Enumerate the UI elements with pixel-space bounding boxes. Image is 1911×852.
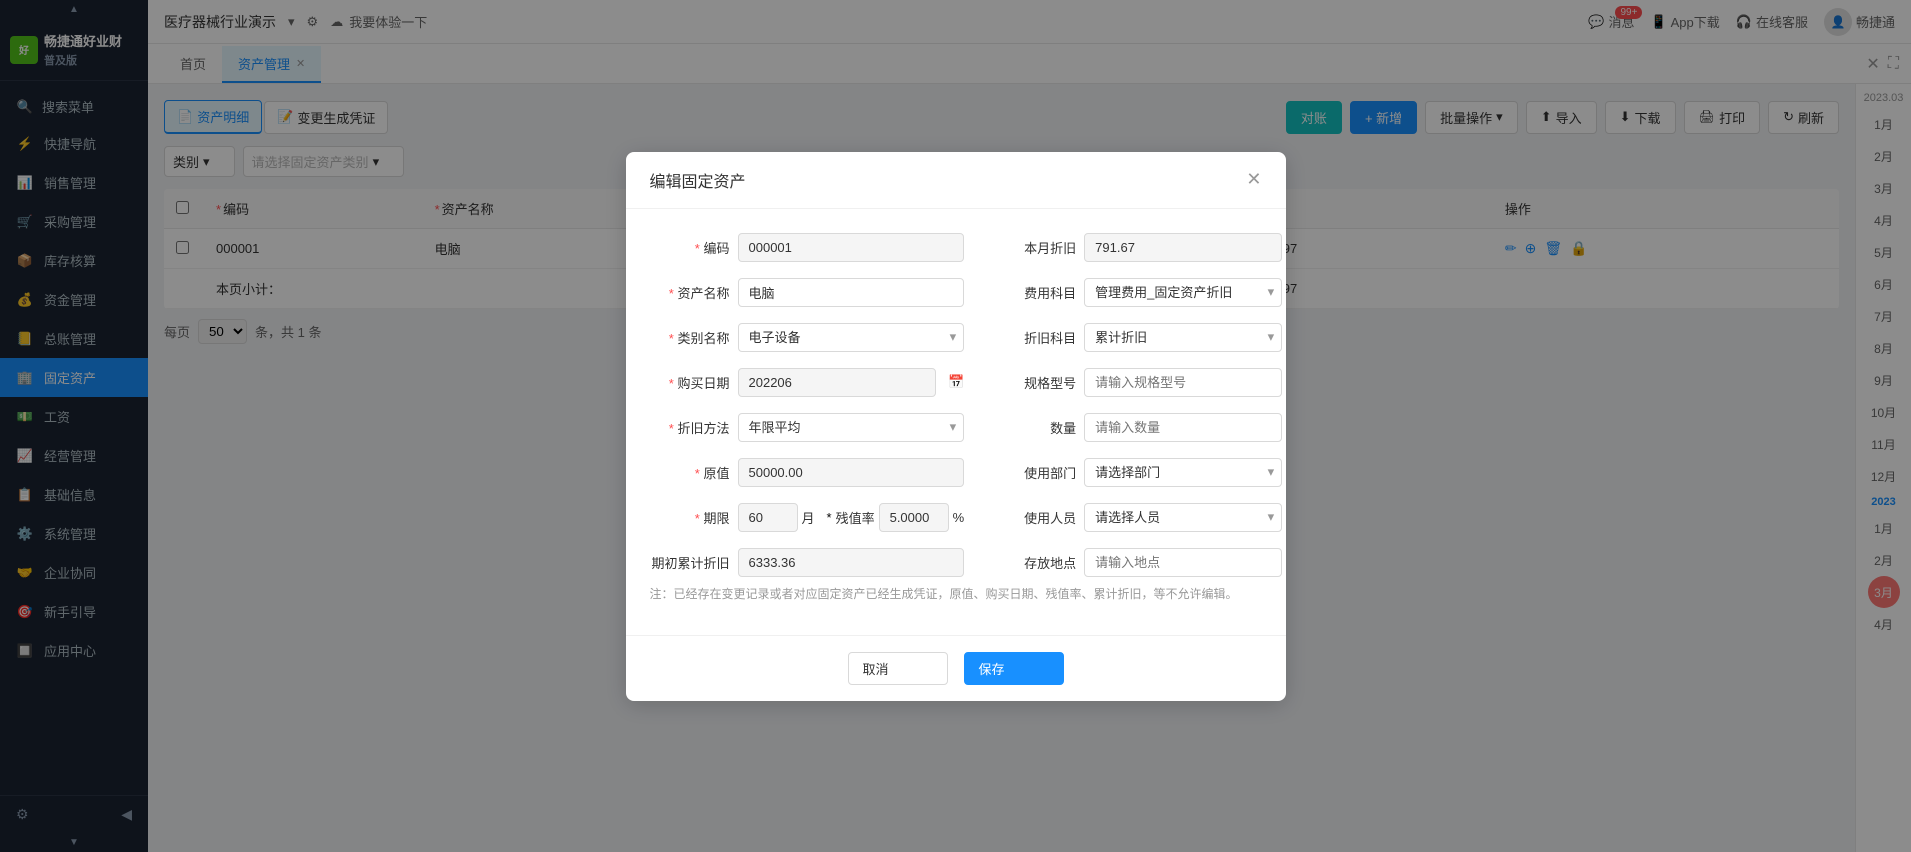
name-label: * 资产名称 — [650, 283, 730, 302]
save-button[interactable]: 保存 — [964, 652, 1064, 685]
residual-rate-label: 残值率 — [836, 508, 875, 527]
form-row-original-value: * 原值 — [650, 458, 965, 487]
person-label: 使用人员 — [996, 508, 1076, 527]
expense-subject-select-wrap: 管理费用_固定资产折旧 ▾ — [1084, 278, 1282, 307]
form-row-dep-method: * 折旧方法 年限平均 ▾ — [650, 413, 965, 442]
original-value-input[interactable] — [738, 458, 965, 487]
dep-subject-select-wrap: 累计折旧 ▾ — [1084, 323, 1282, 352]
form-col-left: * 编码 * 资产名称 * — [650, 233, 965, 577]
quantity-input[interactable] — [1084, 413, 1282, 442]
form-row-category: * 类别名称 电子设备 ▾ — [650, 323, 965, 352]
model-label: 规格型号 — [996, 373, 1076, 392]
purchase-date-input[interactable] — [738, 368, 936, 397]
cancel-button[interactable]: 取消 — [848, 652, 948, 685]
original-value-label: * 原值 — [650, 463, 730, 482]
form-row-name: * 资产名称 — [650, 278, 965, 307]
dep-method-select-wrap: 年限平均 ▾ — [738, 413, 965, 442]
person-select-wrap: 请选择人员 ▾ — [1084, 503, 1282, 532]
category-label: * 类别名称 — [650, 328, 730, 347]
modal-note: 注：已经存在变更记录或者对应固定资产已经生成凭证，原值、购买日期、残值率、累计折… — [650, 577, 1262, 611]
dep-method-select[interactable]: 年限平均 — [738, 413, 965, 442]
edit-asset-modal: 编辑固定资产 ✕ * 编码 * 资产 — [626, 152, 1286, 701]
form-row-monthly-dep: 本月折旧 — [996, 233, 1282, 262]
code-input[interactable] — [738, 233, 965, 262]
form-row-model: 规格型号 — [996, 368, 1282, 397]
initial-acc-dep-input[interactable] — [738, 548, 965, 577]
dep-subject-select[interactable]: 累计折旧 — [1084, 323, 1282, 352]
form-grid: * 编码 * 资产名称 * — [650, 233, 1262, 577]
modal-header: 编辑固定资产 ✕ — [626, 152, 1286, 209]
form-row-person: 使用人员 请选择人员 ▾ — [996, 503, 1282, 532]
person-select[interactable]: 请选择人员 — [1084, 503, 1282, 532]
category-select-wrap: 电子设备 ▾ — [738, 323, 965, 352]
location-label: 存放地点 — [996, 553, 1076, 572]
dept-select-wrap: 请选择部门 ▾ — [1084, 458, 1282, 487]
modal-footer: 取消 保存 — [626, 635, 1286, 701]
purchase-date-label: * 购买日期 — [650, 373, 730, 392]
expense-subject-select[interactable]: 管理费用_固定资产折旧 — [1084, 278, 1282, 307]
location-input[interactable] — [1084, 548, 1282, 577]
form-row-expense-subject: 费用科目 管理费用_固定资产折旧 ▾ — [996, 278, 1282, 307]
form-row-location: 存放地点 — [996, 548, 1282, 577]
dep-subject-label: 折旧科目 — [996, 328, 1076, 347]
form-row-purchase-date: * 购买日期 📅 — [650, 368, 965, 397]
form-row-dep-subject: 折旧科目 累计折旧 ▾ — [996, 323, 1282, 352]
form-row-quantity: 数量 — [996, 413, 1282, 442]
period-unit: 月 — [802, 508, 815, 527]
monthly-dep-input — [1084, 233, 1282, 262]
dept-select[interactable]: 请选择部门 — [1084, 458, 1282, 487]
period-input[interactable] — [738, 503, 798, 532]
expense-subject-label: 费用科目 — [996, 283, 1076, 302]
dept-label: 使用部门 — [996, 463, 1076, 482]
period-label: * 期限 — [650, 508, 730, 527]
residual-rate-unit: % — [953, 510, 965, 525]
model-input[interactable] — [1084, 368, 1282, 397]
form-row-dept: 使用部门 请选择部门 ▾ — [996, 458, 1282, 487]
period-row-inline: 月 * 残值率 % — [738, 503, 965, 532]
form-row-period: * 期限 月 * 残值率 % — [650, 503, 965, 532]
form-col-right: 本月折旧 费用科目 管理费用_固定资产折旧 ▾ 折旧科目 — [964, 233, 1282, 577]
modal-body: * 编码 * 资产名称 * — [626, 209, 1286, 635]
quantity-label: 数量 — [996, 418, 1076, 437]
name-input[interactable] — [738, 278, 965, 307]
category-select[interactable]: 电子设备 — [738, 323, 965, 352]
modal-close-icon[interactable]: ✕ — [1246, 169, 1261, 190]
residual-rate-input[interactable] — [879, 503, 949, 532]
modal-overlay: 编辑固定资产 ✕ * 编码 * 资产 — [0, 0, 1911, 852]
form-row-initial-acc-dep: 期初累计折旧 — [650, 548, 965, 577]
calendar-icon[interactable]: 📅 — [948, 374, 964, 390]
form-row-code: * 编码 — [650, 233, 965, 262]
monthly-dep-label: 本月折旧 — [996, 238, 1076, 257]
code-label: * 编码 — [650, 238, 730, 257]
modal-title: 编辑固定资产 — [650, 168, 746, 192]
dep-method-label: * 折旧方法 — [650, 418, 730, 437]
initial-acc-dep-label: 期初累计折旧 — [650, 553, 730, 572]
